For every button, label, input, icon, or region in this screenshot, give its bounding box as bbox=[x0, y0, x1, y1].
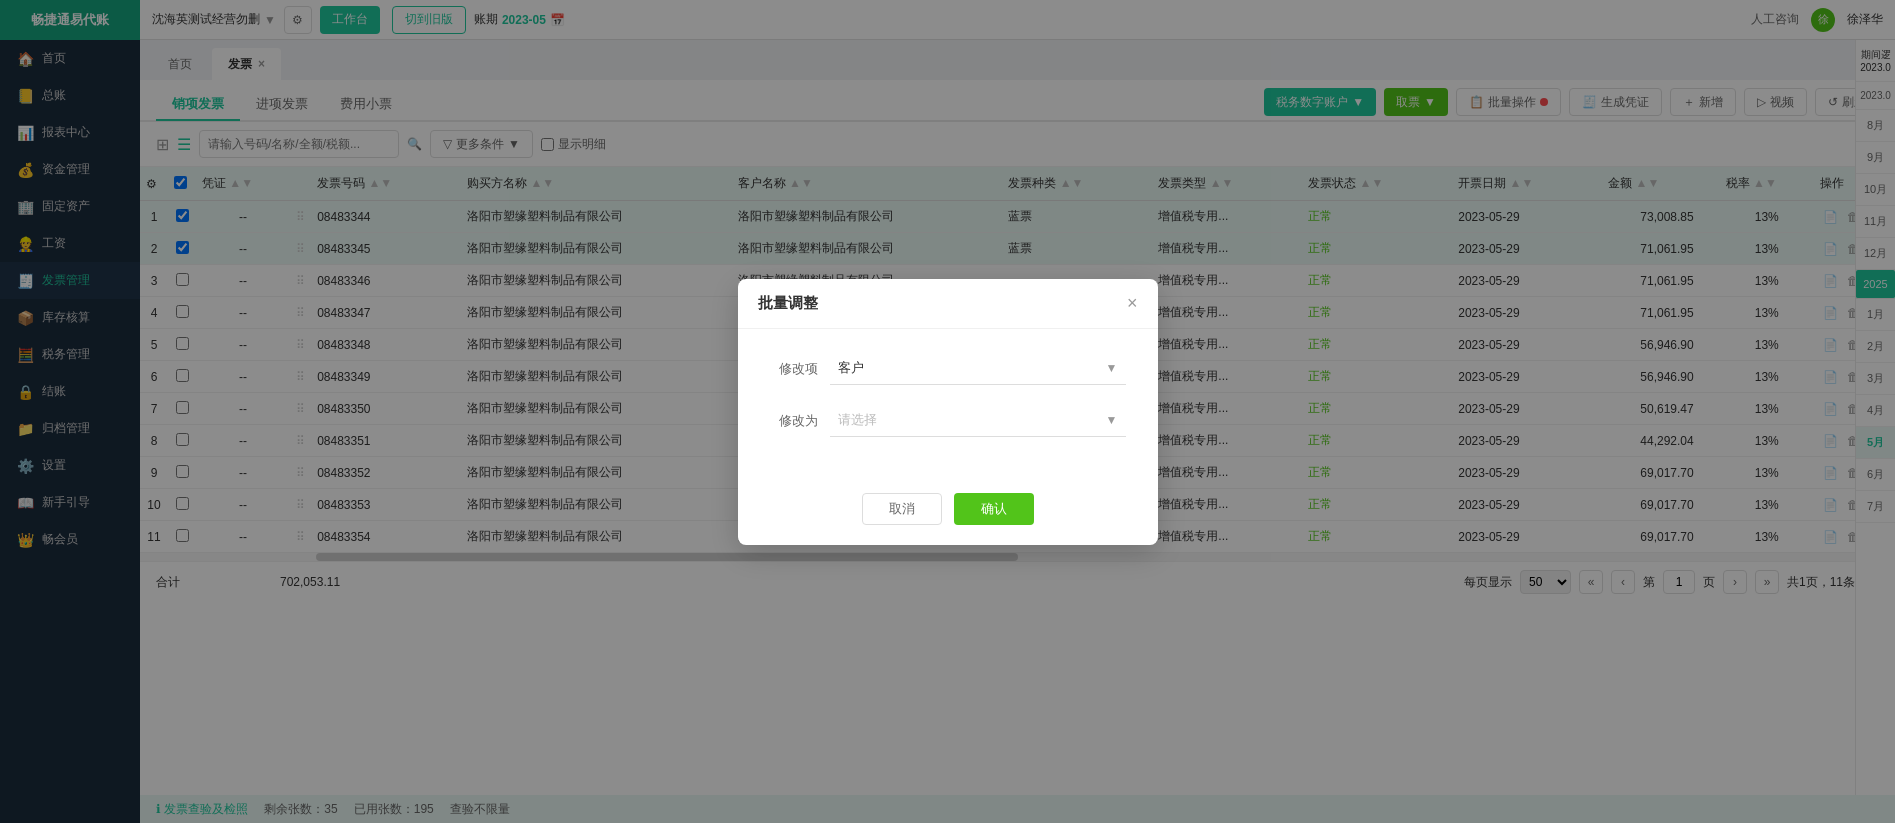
modify-field-label: 修改项 bbox=[770, 360, 818, 378]
modify-to-placeholder: 请选择 bbox=[838, 411, 877, 429]
modify-to-label: 修改为 bbox=[770, 412, 818, 430]
modify-to-row: 修改为 请选择 ▼ bbox=[770, 405, 1126, 437]
modify-field-value: 客户 bbox=[838, 359, 864, 377]
batch-adjust-modal: 批量调整 × 修改项 客户 ▼ 修改为 请选择 ▼ 取消 确认 bbox=[738, 279, 1158, 545]
modal-close-btn[interactable]: × bbox=[1127, 293, 1138, 314]
modal-body: 修改项 客户 ▼ 修改为 请选择 ▼ bbox=[738, 329, 1158, 481]
modal-header: 批量调整 × bbox=[738, 279, 1158, 329]
confirm-button[interactable]: 确认 bbox=[954, 493, 1034, 525]
modify-field-select[interactable]: 客户 ▼ bbox=[830, 353, 1126, 385]
cancel-button[interactable]: 取消 bbox=[862, 493, 942, 525]
chevron-down-icon: ▼ bbox=[1106, 361, 1118, 375]
modify-to-select[interactable]: 请选择 ▼ bbox=[830, 405, 1126, 437]
modal-title: 批量调整 bbox=[758, 294, 818, 313]
modal-overlay: 批量调整 × 修改项 客户 ▼ 修改为 请选择 ▼ 取消 确认 bbox=[0, 0, 1895, 823]
modify-field-row: 修改项 客户 ▼ bbox=[770, 353, 1126, 385]
chevron-down-icon: ▼ bbox=[1106, 413, 1118, 427]
modal-footer: 取消 确认 bbox=[738, 481, 1158, 545]
